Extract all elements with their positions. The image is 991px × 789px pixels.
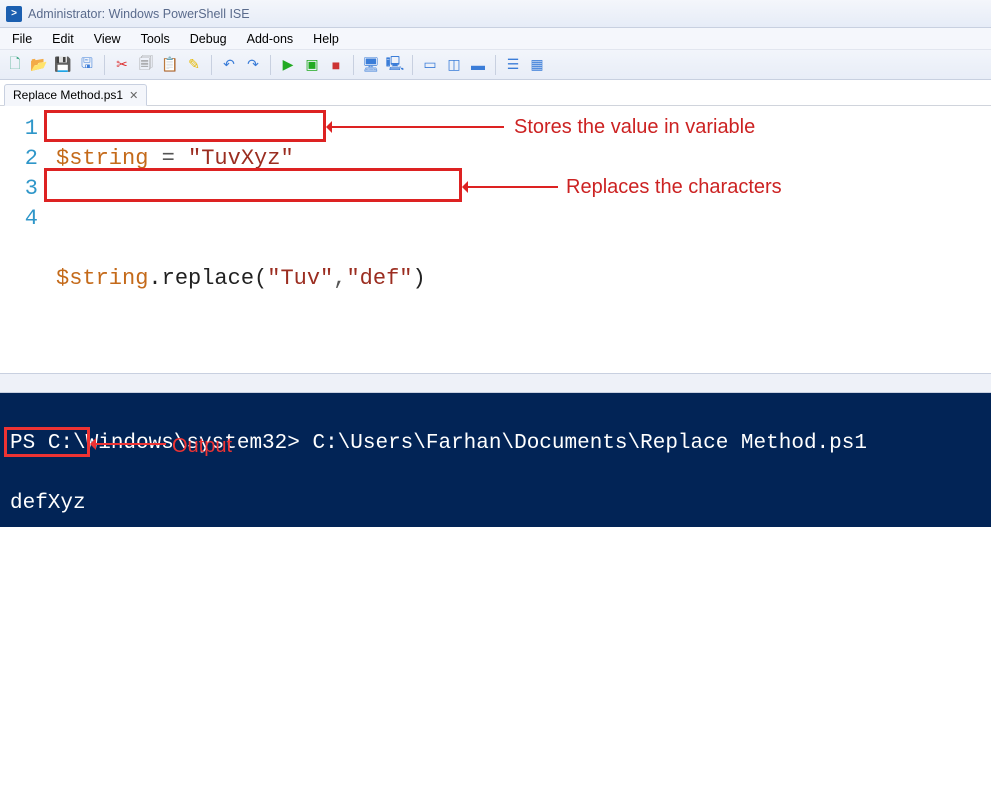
tab-strip: Replace Method.ps1 ✕ [0,80,991,106]
layout-script-button[interactable]: ▭ [419,54,441,76]
menu-view[interactable]: View [84,30,131,48]
line-number: 4 [0,204,38,234]
token-close-paren: ) [412,266,425,291]
line-number: 1 [0,114,38,144]
separator [270,55,271,75]
console-blank [10,549,981,579]
annotation-arrow-1 [332,126,504,128]
open-file-button[interactable]: 📂 [28,54,50,76]
separator [104,55,105,75]
console-output: defXyz [10,489,981,519]
redo-button[interactable]: ↷ [242,54,264,76]
remote-button[interactable]: 🖥 [360,54,382,76]
code-line-2 [56,204,991,234]
annotation-text-2: Replaces the characters [566,172,782,202]
token-string: "Tuv" [267,266,333,291]
code-line-4 [56,324,991,354]
new-remote-button[interactable]: 🖳 [384,54,406,76]
menu-edit[interactable]: Edit [42,30,84,48]
menu-tools[interactable]: Tools [131,30,180,48]
tab-label: Replace Method.ps1 [13,88,123,102]
tab-close-icon[interactable]: ✕ [129,89,138,102]
command-addon-button[interactable]: ☰ [502,54,524,76]
annotation-text-output: Output [172,431,232,461]
new-file-button[interactable]: 🗋 [4,54,26,76]
run-button[interactable]: ▶ [277,54,299,76]
stop-button[interactable]: ■ [325,54,347,76]
pane-splitter[interactable] [0,373,991,393]
window-title: Administrator: Windows PowerShell ISE [28,7,250,21]
run-selection-button[interactable]: ▣ [301,54,323,76]
save-file-button[interactable]: 💾 [52,54,74,76]
console-pane[interactable]: PS C:\Windows\system32> C:\Users\Farhan\… [0,393,991,527]
menu-help[interactable]: Help [303,30,349,48]
copy-button[interactable]: 🗐 [135,54,157,76]
token-variable: $string [56,266,148,291]
prompt-prefix: PS [10,612,48,635]
prompt-command: C:\Users\Farhan\Documents\Replace Method… [300,432,867,455]
show-addon-button[interactable]: ▦ [526,54,548,76]
menu-bar: File Edit View Tools Debug Add-ons Help [0,28,991,50]
prompt-path: C:\Windows\system32> [48,612,300,635]
separator [412,55,413,75]
annotation-text-1: Stores the value in variable [514,112,755,142]
paste-button[interactable]: 📋 [159,54,181,76]
code-line-3: $string.replace("Tuv","def") [56,264,991,294]
line-number-gutter: 1 2 3 4 [0,106,48,373]
menu-debug[interactable]: Debug [180,30,237,48]
clear-button[interactable]: ✎ [183,54,205,76]
code-editor[interactable]: 1 2 3 4 $string = "TuvXyz" $string.repla… [0,106,991,373]
layout-side-button[interactable]: ◫ [443,54,465,76]
cut-button[interactable]: ✂ [111,54,133,76]
separator [211,55,212,75]
code-area[interactable]: $string = "TuvXyz" $string.replace("Tuv"… [48,106,991,373]
separator [353,55,354,75]
token-string: "def" [346,266,412,291]
token-comma: , [333,266,346,291]
line-number: 2 [0,144,38,174]
line-number: 3 [0,174,38,204]
annotation-arrow-output [96,443,166,445]
menu-addons[interactable]: Add-ons [237,30,304,48]
save-all-button[interactable]: 🖫 [76,54,98,76]
title-bar: > Administrator: Windows PowerShell ISE [0,0,991,28]
annotation-arrow-2 [468,186,558,188]
annotation-box-output [4,427,90,457]
annotation-box-line3 [44,168,462,202]
undo-button[interactable]: ↶ [218,54,240,76]
annotation-box-line1 [44,110,326,142]
app-icon: > [6,6,22,22]
toolbar: 🗋 📂 💾 🖫 ✂ 🗐 📋 ✎ ↶ ↷ ▶ ▣ ■ 🖥 🖳 ▭ ◫ ▬ ☰ ▦ [0,50,991,80]
token-method: .replace( [148,266,267,291]
layout-max-button[interactable]: ▬ [467,54,489,76]
menu-file[interactable]: File [2,30,42,48]
separator [495,55,496,75]
console-line-2: PS C:\Windows\system32> [10,609,981,639]
script-tab[interactable]: Replace Method.ps1 ✕ [4,84,147,106]
